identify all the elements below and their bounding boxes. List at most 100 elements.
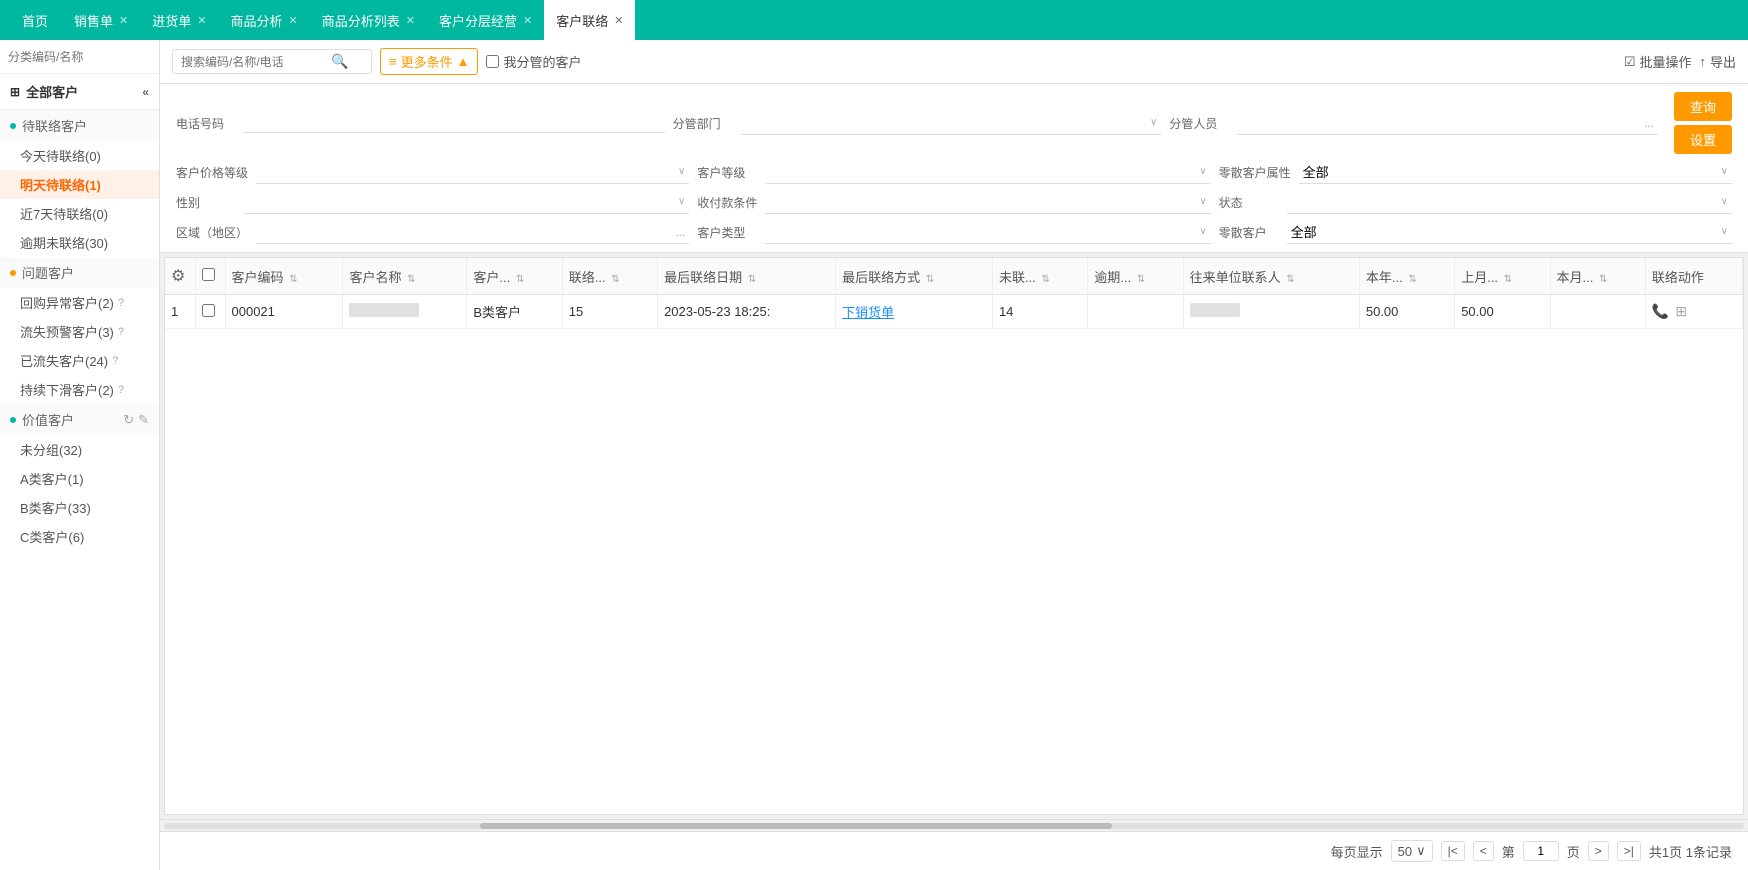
filter-more-btn[interactable]: ≡ 更多条件 ▲ (380, 48, 478, 75)
scrollbar-thumb[interactable] (480, 823, 1112, 829)
search-input[interactable] (181, 55, 331, 69)
select-all-checkbox[interactable] (202, 268, 215, 281)
sort-icon[interactable]: ⇅ (611, 274, 619, 285)
contact-action-icon[interactable]: 📞 (1652, 303, 1669, 320)
sort-icon[interactable]: ⇅ (1599, 274, 1607, 285)
filter-status: 状态 ∨ (1219, 190, 1732, 214)
export-icon: ↑ (1699, 54, 1706, 69)
filter-customer-type-select[interactable]: ∨ (765, 220, 1210, 244)
sort-icon[interactable]: ⇅ (1286, 274, 1294, 285)
more-action-icon[interactable]: ⊞ (1675, 303, 1687, 320)
chevron-down-icon: ∨ (1199, 226, 1206, 237)
help-icon: ? (118, 326, 124, 338)
td-overdue (1088, 295, 1183, 329)
page-unit: 页 (1567, 842, 1580, 861)
data-table-wrapper: ⚙ 客户编码 ⇅ 客户名称 ⇅ (164, 257, 1744, 815)
filter-status-select[interactable]: ∨ (1287, 190, 1732, 214)
nav-purchase-order[interactable]: 进货单 ✕ (140, 0, 218, 40)
filter-phone-input[interactable] (244, 114, 665, 133)
nav-customer-contact[interactable]: 客户联络 ✕ (544, 0, 635, 40)
page-size-label: 每页显示 (1331, 842, 1383, 861)
sidebar-item-a-class[interactable]: A类客户(1) (0, 464, 159, 493)
search-icon[interactable]: 🔍 (331, 53, 348, 70)
edit-icon[interactable]: ✎ (138, 412, 149, 428)
sort-icon[interactable]: ⇅ (1041, 274, 1049, 285)
th-last-month: 上月... ⇅ (1455, 258, 1550, 295)
sidebar-item-7day-pending[interactable]: 近7天待联络(0) (0, 199, 159, 228)
td-checkbox (195, 295, 225, 329)
column-settings-icon[interactable]: ⚙ (171, 268, 185, 285)
filter-customer-level-select[interactable]: ∨ (765, 160, 1210, 184)
sidebar-search-input[interactable] (8, 50, 160, 64)
nav-product-analysis[interactable]: 商品分析 ✕ (218, 0, 309, 40)
td-unit-contact (1183, 295, 1359, 329)
nav-customer-segmentation[interactable]: 客户分层经营 ✕ (427, 0, 544, 40)
sidebar-all-customers[interactable]: ⊞ 全部客户 « (0, 74, 159, 110)
sort-icon[interactable]: ⇅ (748, 274, 756, 285)
sort-icon[interactable]: ⇅ (1504, 274, 1512, 285)
next-page-btn[interactable]: > (1588, 841, 1609, 861)
filter-price-level-select[interactable]: ∨ (256, 160, 689, 184)
td-last-date: 2023-05-23 18:25: (658, 295, 836, 329)
sidebar-item-b-class[interactable]: B类客户(33) (0, 493, 159, 522)
batch-checkbox-icon: ☑ (1624, 54, 1636, 70)
prev-page-btn[interactable]: < (1473, 841, 1494, 861)
sort-icon[interactable]: ⇅ (926, 274, 934, 285)
sort-icon[interactable]: ⇅ (1408, 274, 1416, 285)
close-icon[interactable]: ✕ (614, 14, 623, 27)
th-uncontacted: 未联... ⇅ (992, 258, 1087, 295)
filter-buttons: 查询 设置 (1674, 92, 1732, 154)
page-number-input[interactable] (1523, 841, 1559, 861)
last-page-btn[interactable]: >| (1617, 841, 1641, 861)
sort-icon[interactable]: ⇅ (516, 274, 524, 285)
nav-home[interactable]: 首页 (8, 0, 62, 40)
filter-retail-customer-select[interactable]: 全部 ∨ (1287, 220, 1732, 244)
sidebar-group-value: 价值客户 ↻ ✎ (0, 404, 159, 435)
sort-icon[interactable]: ⇅ (289, 274, 297, 285)
td-last-month: 50.00 (1455, 295, 1550, 329)
close-icon[interactable]: ✕ (406, 14, 415, 27)
sidebar-item-repurchase-abnormal[interactable]: 回购异常客户(2) ? (0, 288, 159, 317)
filter-price-level: 客户价格等级 ∨ (176, 160, 689, 184)
sidebar-item-today-pending[interactable]: 今天待联络(0) (0, 141, 159, 170)
batch-operations-btn[interactable]: ☑ 批量操作 (1624, 52, 1692, 71)
th-name: 客户名称 ⇅ (343, 258, 467, 295)
sidebar-item-tomorrow-pending[interactable]: 明天待联络(1) (0, 170, 159, 199)
close-icon[interactable]: ✕ (197, 14, 206, 27)
collapse-icon[interactable]: « (142, 85, 149, 99)
last-method-link[interactable]: 下销货单 (842, 305, 894, 320)
filter-payment-select[interactable]: ∨ (765, 190, 1210, 214)
filter-row-2: 客户价格等级 ∨ 客户等级 ∨ 零散客户属性 全部 ∨ (176, 160, 1732, 184)
row-checkbox[interactable] (202, 304, 215, 317)
sidebar-item-ungrouped[interactable]: 未分组(32) (0, 435, 159, 464)
settings-btn[interactable]: 设置 (1674, 125, 1732, 154)
th-overdue: 逾期... ⇅ (1088, 258, 1183, 295)
filter-retail-attr-select[interactable]: 全部 ∨ (1299, 160, 1732, 184)
sidebar-item-overdue-pending[interactable]: 逾期未联络(30) (0, 228, 159, 257)
filter-dept-select[interactable]: ∨ (741, 111, 1162, 135)
close-icon[interactable]: ✕ (289, 14, 298, 27)
sidebar-item-churned[interactable]: 已流失客户(24) ? (0, 346, 159, 375)
th-last-method: 最后联络方式 ⇅ (836, 258, 993, 295)
filter-region-select[interactable]: ... (256, 220, 689, 244)
close-icon[interactable]: ✕ (119, 14, 128, 27)
my-customers-checkbox[interactable]: 我分管的客户 (486, 52, 581, 71)
sort-icon[interactable]: ⇅ (1137, 274, 1145, 285)
first-page-btn[interactable]: |< (1441, 841, 1465, 861)
close-icon[interactable]: ✕ (523, 14, 532, 27)
sidebar-item-churn-warning[interactable]: 流失预警客户(3) ? (0, 317, 159, 346)
total-records: 共1页 1条记录 (1649, 842, 1732, 861)
filter-manager-select[interactable]: ... (1237, 111, 1658, 135)
my-customers-check[interactable] (486, 55, 499, 68)
sidebar-item-c-class[interactable]: C类客户(6) (0, 522, 159, 551)
query-btn[interactable]: 查询 (1674, 92, 1732, 121)
nav-sales-order[interactable]: 销售单 ✕ (62, 0, 140, 40)
sort-icon[interactable]: ⇅ (407, 274, 415, 285)
page-size-select[interactable]: 50 ∨ (1391, 840, 1433, 862)
nav-product-analysis-list[interactable]: 商品分析列表 ✕ (310, 0, 427, 40)
refresh-icon[interactable]: ↻ (123, 412, 134, 428)
td-code: 000021 (225, 295, 343, 329)
export-btn[interactable]: ↑ 导出 (1699, 52, 1736, 71)
filter-gender-select[interactable]: ∨ (244, 190, 689, 214)
sidebar-item-declining[interactable]: 持续下滑客户(2) ? (0, 375, 159, 404)
